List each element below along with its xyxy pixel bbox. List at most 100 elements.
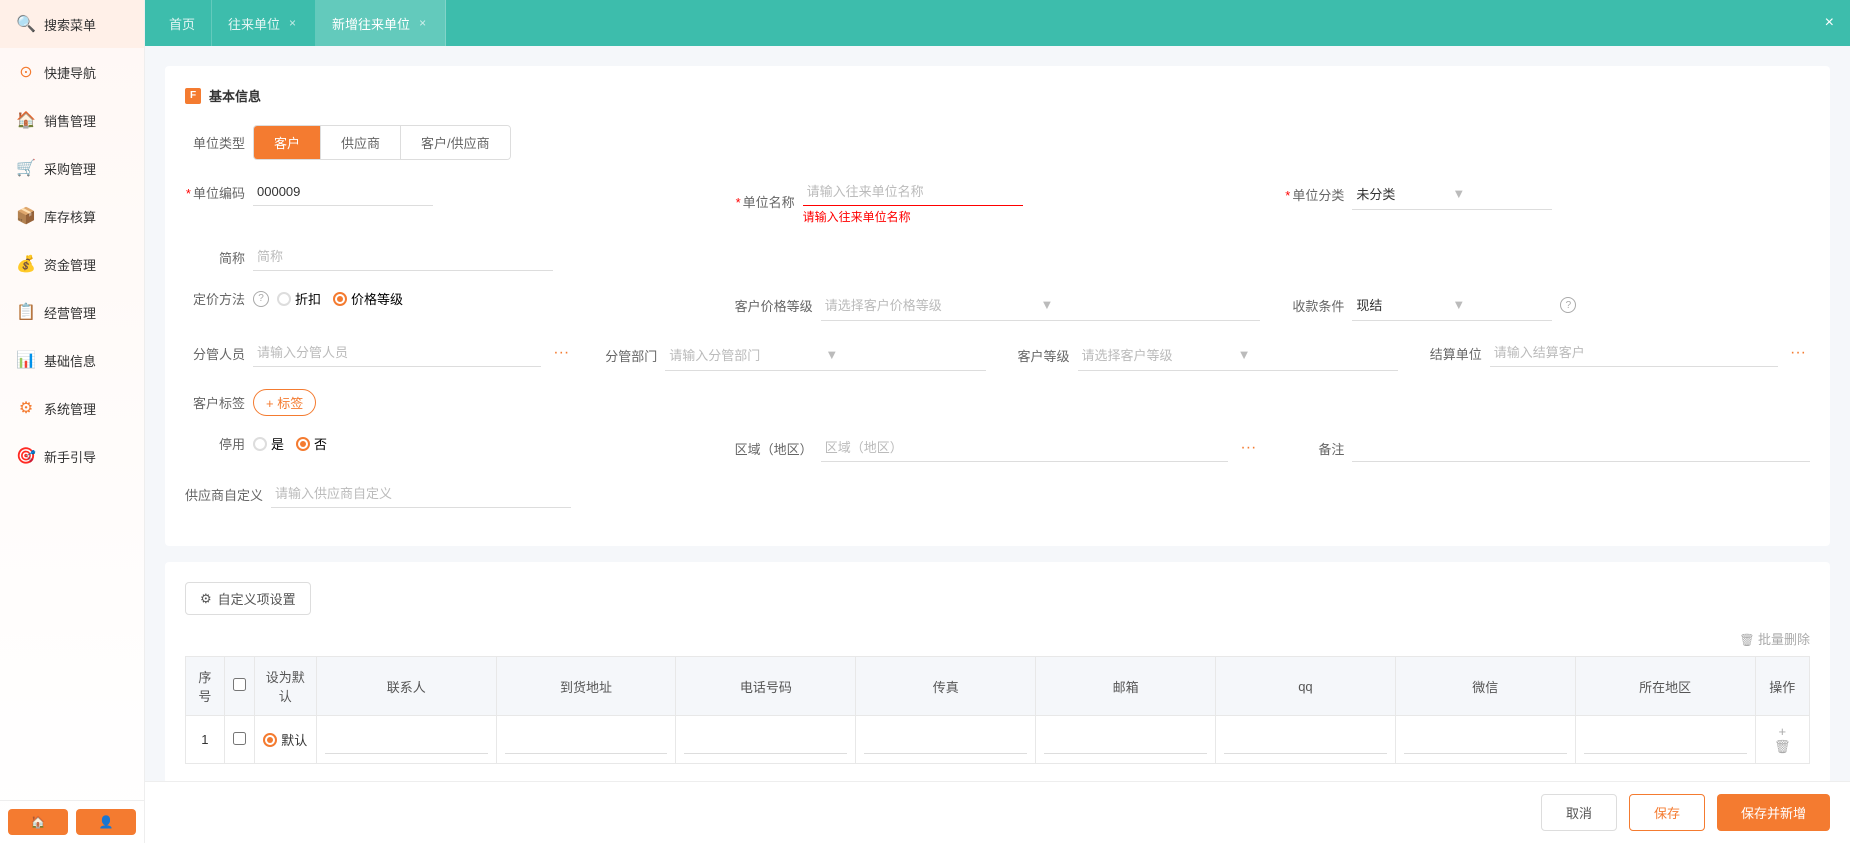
type-btn-customer[interactable]: 客户 (254, 126, 321, 159)
payment-terms-field: 收款条件 现结 ▼ ? (1284, 289, 1810, 321)
table-actions: 🗑 批量删除 (185, 629, 1810, 648)
email-input[interactable] (1044, 726, 1207, 754)
basic-info-card: F 基本信息 单位类型 客户 供应商 客户/供应商 (165, 66, 1830, 546)
type-btn-both[interactable]: 客户/供应商 (401, 126, 510, 159)
disabled-no-radio (296, 437, 310, 451)
cell-qq (1216, 716, 1396, 764)
window-close-button[interactable]: × (1817, 10, 1842, 36)
customer-level-select[interactable]: 请选择客户等级 ▼ (1078, 339, 1398, 371)
pricing-radio-group: 折扣 价格等级 (277, 289, 403, 308)
row-region-input[interactable] (1584, 726, 1747, 754)
disabled-region-row: 停用 是 否 区域（地区） (185, 434, 1810, 462)
finance-icon: 💰 (16, 254, 36, 274)
custom-settings-button[interactable]: ⚙ 自定义项设置 (185, 582, 311, 615)
sidebar-item-sales[interactable]: 🏠 销售管理 (0, 96, 144, 144)
sidebar-item-search[interactable]: 🔍 搜索菜单 (0, 0, 144, 48)
tab-new-partner[interactable]: 新增往来单位 × (316, 0, 446, 46)
row-add-btn[interactable]: + (1778, 724, 1786, 739)
col-qq: qq (1216, 657, 1396, 716)
sales-icon: 🏠 (16, 110, 36, 130)
add-tag-button[interactable]: + 标签 (253, 389, 316, 416)
form-footer: 取消 保存 保存并新增 (145, 781, 1850, 843)
unit-name-label: *单位名称 (735, 192, 795, 211)
customer-tag-row: 客户标签 + 标签 (185, 389, 1810, 416)
fax-input[interactable] (864, 726, 1027, 754)
unit-name-input[interactable] (803, 178, 1023, 206)
sidebar-user-button[interactable]: 👤 (76, 809, 136, 835)
contact-input[interactable] (325, 726, 488, 754)
sidebar-item-system[interactable]: ⚙ 系统管理 (0, 384, 144, 432)
sidebar: 🔍 搜索菜单 ⊙ 快捷导航 🏠 销售管理 🛒 采购管理 📦 库存核算 💰 资金管… (0, 0, 145, 843)
system-icon: ⚙ (16, 398, 36, 418)
customer-level-field: 客户等级 请选择客户等级 ▼ (1010, 339, 1398, 371)
sidebar-home-button[interactable]: 🏠 (8, 809, 68, 835)
row-delete-btn[interactable]: 🗑 (1774, 739, 1791, 754)
cancel-button[interactable]: 取消 (1541, 794, 1617, 831)
default-radio-item[interactable]: 默认 (263, 730, 308, 749)
short-name-label: 简称 (185, 248, 245, 267)
save-button[interactable]: 保存 (1629, 794, 1705, 831)
wechat-input[interactable] (1404, 726, 1567, 754)
select-all-checkbox[interactable] (233, 678, 246, 691)
unit-category-select[interactable]: 未分类 ▼ (1352, 178, 1552, 210)
phone-input[interactable] (684, 726, 847, 754)
tab-partner[interactable]: 往来单位 × (212, 0, 316, 46)
tab-new-partner-close[interactable]: × (416, 15, 429, 31)
region-input[interactable] (821, 434, 1229, 462)
settlement-more-btn[interactable]: ··· (1786, 344, 1810, 362)
manager-field: 分管人员 ··· (185, 339, 573, 367)
manager-row: 分管人员 ··· 分管部门 请输入分管部门 ▼ 客户等级 请选择客户等级 (185, 339, 1810, 371)
sidebar-item-guide[interactable]: 🎯 新手引导 (0, 432, 144, 480)
sidebar-item-basic-info[interactable]: 📊 基础信息 (0, 336, 144, 384)
basic-info-icon: 📊 (16, 350, 36, 370)
sidebar-item-inventory[interactable]: 📦 库存核算 (0, 192, 144, 240)
remark-input[interactable] (1352, 434, 1810, 462)
supplier-custom-input[interactable] (271, 480, 571, 508)
payment-terms-help-icon[interactable]: ? (1560, 297, 1576, 313)
customer-price-level-select[interactable]: 请选择客户价格等级 ▼ (821, 289, 1261, 321)
customer-price-level-chevron: ▼ (1041, 297, 1257, 312)
type-btn-supplier[interactable]: 供应商 (321, 126, 401, 159)
tab-partner-close[interactable]: × (286, 15, 299, 31)
sidebar-item-operations[interactable]: 📋 经营管理 (0, 288, 144, 336)
unit-code-field: *单位编码 (185, 178, 711, 206)
operations-icon: 📋 (16, 302, 36, 322)
payment-terms-select[interactable]: 现结 ▼ (1352, 289, 1552, 321)
cell-region (1575, 716, 1755, 764)
department-select[interactable]: 请输入分管部门 ▼ (665, 339, 985, 371)
manager-input[interactable] (253, 339, 541, 367)
unit-code-input[interactable] (253, 178, 433, 206)
short-name-input[interactable] (253, 243, 553, 271)
pricing-level[interactable]: 价格等级 (333, 289, 403, 308)
qq-input[interactable] (1224, 726, 1387, 754)
row-checkbox[interactable] (233, 732, 246, 745)
remark-label: 备注 (1284, 439, 1344, 458)
col-address: 到货地址 (496, 657, 676, 716)
guide-icon: 🎯 (16, 446, 36, 466)
disabled-yes[interactable]: 是 (253, 434, 284, 453)
purchase-icon: 🛒 (16, 158, 36, 178)
region-more-btn[interactable]: ··· (1236, 439, 1260, 457)
sidebar-item-quick-nav[interactable]: ⊙ 快捷导航 (0, 48, 144, 96)
col-fax: 传真 (856, 657, 1036, 716)
cell-ops: + 🗑 (1755, 716, 1809, 764)
disabled-no[interactable]: 否 (296, 434, 327, 453)
pricing-discount-radio (277, 292, 291, 306)
manager-label: 分管人员 (185, 344, 245, 363)
batch-delete-button[interactable]: 🗑 批量删除 (1739, 629, 1810, 648)
settlement-input[interactable] (1490, 339, 1778, 367)
unit-category-chevron: ▼ (1452, 186, 1548, 201)
customer-level-chevron: ▼ (1238, 347, 1394, 362)
save-and-new-button[interactable]: 保存并新增 (1717, 794, 1830, 831)
pricing-help-icon[interactable]: ? (253, 291, 269, 307)
sidebar-item-purchase[interactable]: 🛒 采购管理 (0, 144, 144, 192)
col-email: 邮箱 (1036, 657, 1216, 716)
pricing-discount[interactable]: 折扣 (277, 289, 321, 308)
sidebar-item-finance[interactable]: 💰 资金管理 (0, 240, 144, 288)
col-wechat: 微信 (1395, 657, 1575, 716)
tab-home[interactable]: 首页 (153, 0, 212, 46)
settings-gear-icon: ⚙ (200, 591, 212, 607)
manager-more-btn[interactable]: ··· (549, 344, 573, 362)
content-area: F 基本信息 单位类型 客户 供应商 客户/供应商 (145, 46, 1850, 781)
address-input[interactable] (505, 726, 668, 754)
